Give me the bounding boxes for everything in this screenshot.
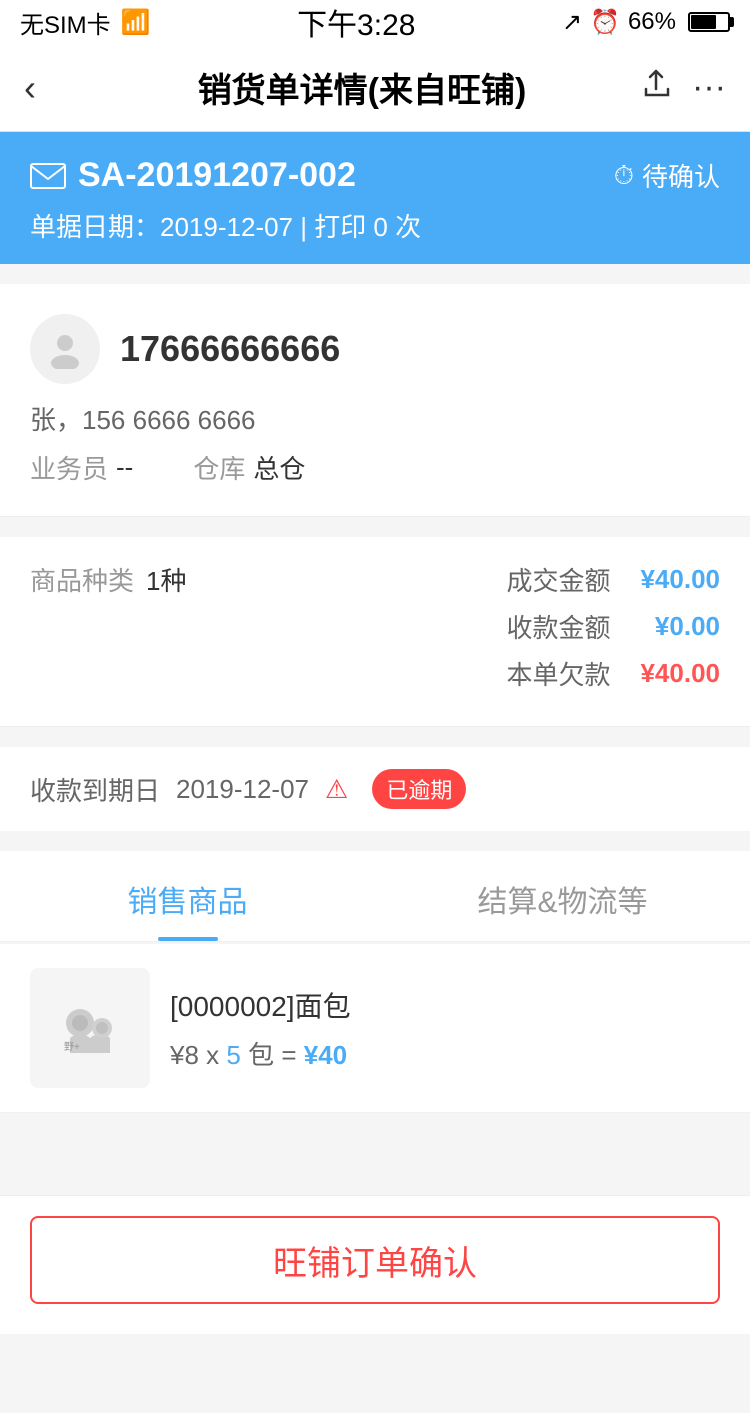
battery-percent: 66% — [628, 8, 676, 36]
summary-left: 商品种类 1种 — [30, 561, 186, 604]
order-status: ⏱ 待确认 — [614, 157, 720, 194]
location-icon: ↗ — [562, 8, 582, 37]
status-right: ↗ ⏰ 66% — [562, 8, 730, 37]
back-chevron-icon: ‹ — [24, 67, 36, 109]
owed-label: 本单欠款 — [506, 655, 610, 692]
order-date: 单据日期：2019-12-07 | 打印 0 次 — [30, 207, 720, 244]
warehouse-value: 总仓 — [253, 449, 305, 486]
sales-person: 业务员 -- — [30, 449, 133, 486]
order-mail-icon — [30, 158, 66, 194]
order-header: SA-20191207-002 ⏱ 待确认 单据日期：2019-12-07 | … — [0, 132, 750, 264]
order-id-text: SA-20191207-002 — [78, 156, 356, 195]
clock-icon: ⏱ — [614, 160, 634, 192]
product-type-row: 商品种类 1种 — [30, 561, 186, 598]
status-bar: 无SIM卡 📶 下午3:28 ↗ ⏰ 66% — [0, 0, 750, 44]
received-row: 收款金额 ¥0.00 — [506, 608, 720, 645]
summary-right: 成交金额 ¥40.00 收款金额 ¥0.00 本单欠款 ¥40.00 — [506, 561, 720, 702]
overdue-alert-icon: ⚠ — [325, 774, 348, 805]
nav-actions: ··· — [640, 67, 726, 108]
amount-value: ¥40.00 — [640, 564, 720, 595]
quantity: 5 — [226, 1040, 240, 1070]
overdue-badge: 已逾期 — [372, 769, 466, 809]
due-date-label: 收款到期日 — [30, 771, 160, 808]
total-price: ¥40 — [304, 1040, 347, 1070]
status-left: 无SIM卡 📶 — [20, 5, 151, 40]
amount-label: 成交金额 — [506, 561, 610, 598]
back-button[interactable]: ‹ — [24, 67, 84, 109]
avatar — [30, 314, 100, 384]
sales-value: -- — [116, 452, 133, 483]
received-value: ¥0.00 — [655, 611, 720, 642]
customer-meta: 业务员 -- 仓库 总仓 — [30, 449, 720, 486]
wifi-icon: 📶 — [121, 8, 151, 37]
owed-value: ¥40.00 — [640, 658, 720, 689]
carrier-label: 无SIM卡 — [20, 5, 111, 40]
svg-text:野+: 野+ — [64, 1041, 80, 1053]
product-list: 野+ [0000002]面包 ¥8 x 5 包 = ¥40 — [0, 944, 750, 1113]
price-unit: ¥8 — [170, 1040, 199, 1070]
received-label: 收款金额 — [506, 608, 610, 645]
product-type-label: 商品种类 — [30, 561, 134, 598]
share-icon[interactable] — [640, 67, 672, 108]
battery-icon — [688, 12, 730, 32]
due-date-value: 2019-12-07 — [176, 774, 309, 805]
more-options-icon[interactable]: ··· — [692, 68, 726, 107]
product-type-value: 1种 — [146, 561, 186, 598]
bottom-bar: 旺铺订单确认 — [0, 1195, 750, 1334]
customer-phone: 17666666666 — [120, 328, 340, 370]
table-row: 野+ [0000002]面包 ¥8 x 5 包 = ¥40 — [0, 944, 750, 1113]
status-text: 待确认 — [642, 157, 720, 194]
product-name: [0000002]面包 — [170, 985, 720, 1025]
customer-card: 17666666666 张，156 6666 6666 业务员 -- 仓库 总仓 — [0, 284, 750, 516]
confirm-order-button[interactable]: 旺铺订单确认 — [30, 1216, 720, 1304]
order-id-row: SA-20191207-002 — [30, 156, 356, 195]
warehouse-label: 仓库 — [193, 449, 245, 486]
owed-row: 本单欠款 ¥40.00 — [506, 655, 720, 692]
sales-label: 业务员 — [30, 449, 108, 486]
tab-products[interactable]: 销售商品 — [0, 851, 375, 941]
amount-row: 成交金额 ¥40.00 — [506, 561, 720, 598]
due-date-card: 收款到期日 2019-12-07 ⚠ 已逾期 — [0, 747, 750, 831]
clock: 下午3:28 — [297, 0, 415, 44]
warehouse: 仓库 总仓 — [193, 449, 305, 486]
tab-settlement[interactable]: 结算&物流等 — [375, 851, 750, 941]
nav-bar: ‹ 销货单详情(来自旺铺) ··· — [0, 44, 750, 132]
product-price-row: ¥8 x 5 包 = ¥40 — [170, 1035, 720, 1072]
product-details: [0000002]面包 ¥8 x 5 包 = ¥40 — [170, 985, 720, 1072]
tabs: 销售商品 结算&物流等 — [0, 851, 750, 942]
alarm-icon: ⏰ — [590, 8, 620, 37]
page-title: 销货单详情(来自旺铺) — [198, 63, 527, 112]
product-thumbnail: 野+ — [30, 968, 150, 1088]
customer-name: 张，156 6666 6666 — [30, 400, 720, 437]
unit: 包 — [248, 1040, 274, 1070]
summary-card: 商品种类 1种 成交金额 ¥40.00 收款金额 ¥0.00 本单欠款 ¥40.… — [0, 537, 750, 726]
